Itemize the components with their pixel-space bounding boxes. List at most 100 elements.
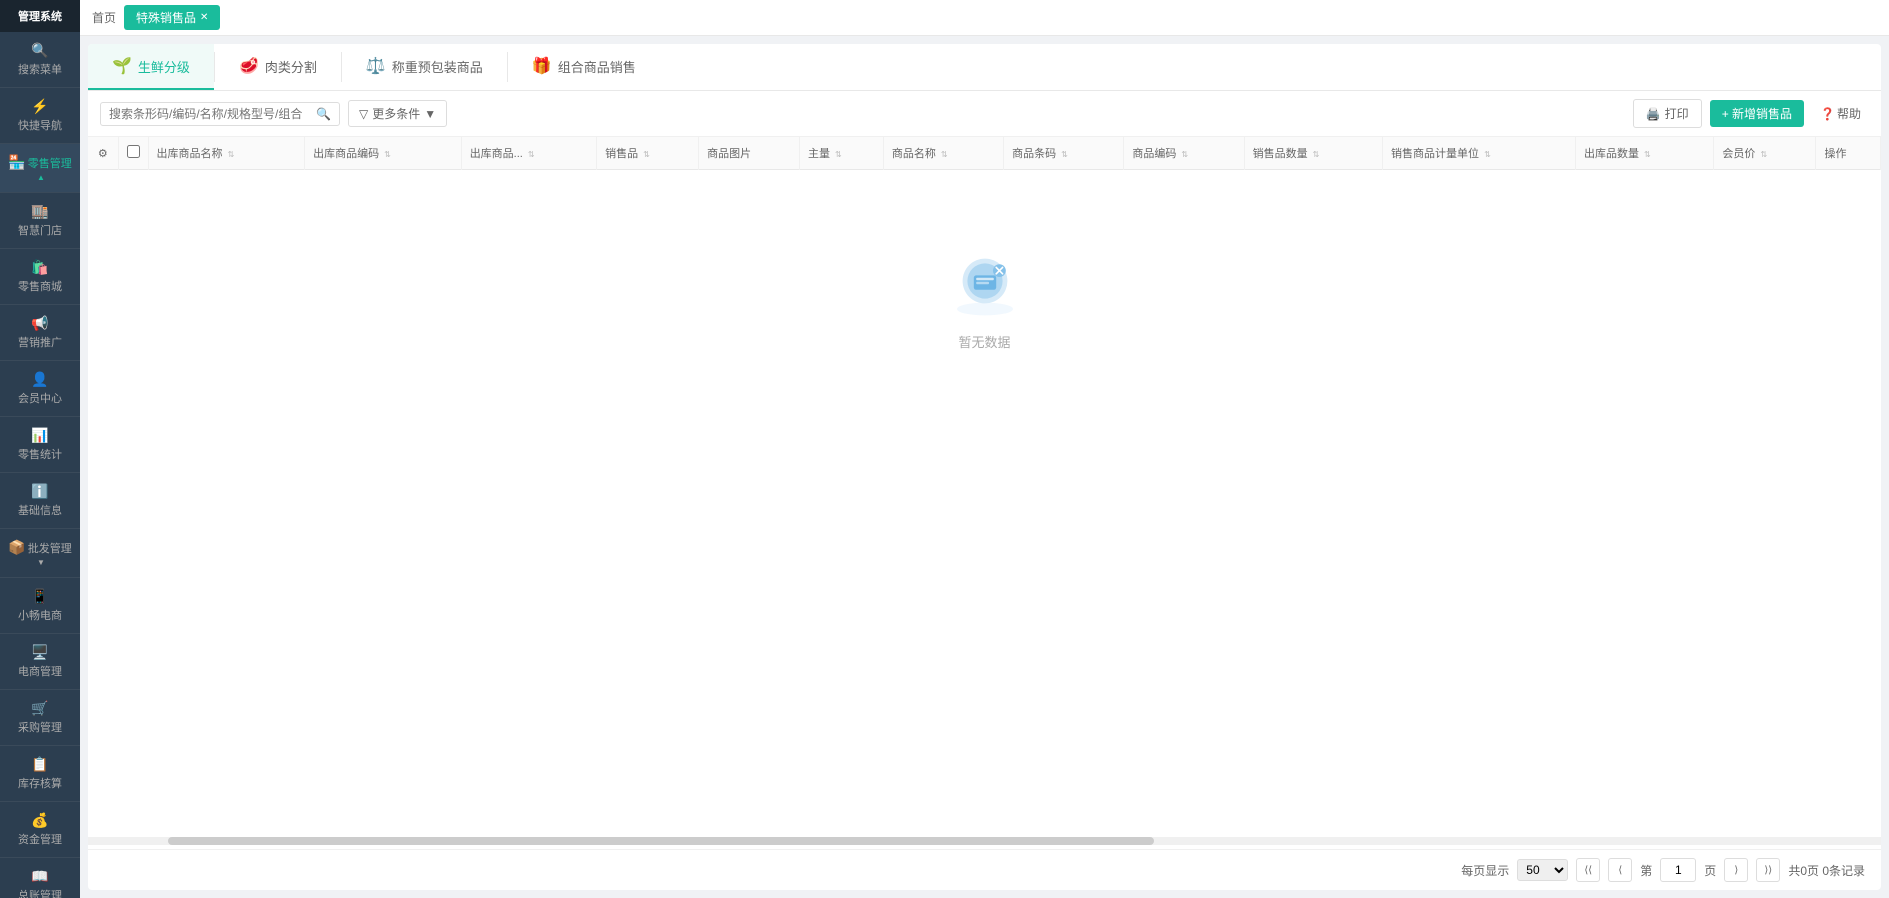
prev-page-button[interactable]: ⟨ [1608, 858, 1632, 882]
tab-combo-sales[interactable]: 🎁 组合商品销售 [508, 44, 660, 90]
sort-arrows-product-code[interactable]: ⇅ [1181, 150, 1188, 159]
combo-sales-tab-label: 组合商品销售 [558, 57, 636, 76]
sort-arrows-sales-unit[interactable]: ⇅ [1484, 150, 1491, 159]
sort-arrows-member-price[interactable]: ⇅ [1760, 150, 1767, 159]
sidebar-item-purchase-mgmt[interactable]: 🛒 采购管理 [0, 690, 80, 746]
table-header-row: ⚙ 出库商品名称 ⇅ 出库商品编码 ⇅ [88, 137, 1881, 170]
help-button[interactable]: ❓ 帮助 [1812, 100, 1869, 127]
retail-mgmt-icon: 🏪 [8, 154, 25, 171]
sidebar-label-marketing: 营销推广 [18, 334, 62, 350]
sidebar-item-ecommerce-mgmt[interactable]: 🖥️ 电商管理 [0, 634, 80, 690]
select-all-checkbox[interactable] [127, 145, 140, 158]
settings-col-icon[interactable]: ⚙ [98, 148, 108, 160]
content-area: 🌱 生鲜分级 🥩 肉类分割 ⚖️ 称重预包装商品 🎁 组合商品销售 [88, 44, 1881, 890]
help-icon: ❓ [1820, 107, 1835, 121]
per-page-select[interactable]: 50 10 20 100 [1517, 859, 1568, 881]
sidebar-item-retail-stats[interactable]: 📊 零售统计 [0, 417, 80, 473]
filter-arrow-icon: ▼ [424, 107, 436, 121]
sort-arrows-out-qty[interactable]: ⇅ [1644, 150, 1651, 159]
tab-weight-package[interactable]: ⚖️ 称重预包装商品 [342, 44, 507, 90]
sidebar-item-capital-mgmt[interactable]: 💰 资金管理 [0, 802, 80, 858]
capital-mgmt-icon: 💰 [31, 812, 48, 829]
sidebar-label-smart-store: 智慧门店 [18, 222, 62, 238]
sidebar-label-retail-mall: 零售商城 [18, 278, 62, 294]
sidebar-label-capital-mgmt: 资金管理 [18, 831, 62, 847]
horizontal-scrollbar[interactable] [88, 837, 1881, 845]
sort-arrows-sales-qty[interactable]: ⇅ [1313, 150, 1320, 159]
meat-cut-tab-icon: 🥩 [239, 56, 259, 76]
sort-arrows-product-name[interactable]: ⇅ [941, 150, 948, 159]
tab-fresh-grade[interactable]: 🌱 生鲜分级 [88, 44, 214, 90]
sort-arrows-barcode[interactable]: ⇅ [1061, 150, 1068, 159]
th-product-code: 商品编码 ⇅ [1124, 137, 1244, 170]
th-weight: 主量 ⇅ [799, 137, 883, 170]
add-sales-item-button[interactable]: + 新增销售品 [1710, 100, 1804, 127]
sidebar: 管理系统 🔍 搜索菜单 ⚡ 快捷导航 🏪 零售管理 ▲ 🏬 智慧门店 🛍️ 零售… [0, 0, 80, 898]
th-checkbox[interactable] [118, 137, 148, 170]
sidebar-item-general-ledger[interactable]: 📖 总账管理 [0, 858, 80, 898]
page-number-input[interactable] [1660, 858, 1696, 882]
fresh-grade-tab-icon: 🌱 [112, 56, 132, 76]
sidebar-item-search[interactable]: 🔍 搜索菜单 [0, 32, 80, 88]
sidebar-item-inventory[interactable]: 📋 库存核算 [0, 746, 80, 802]
quick-nav-icon: ⚡ [31, 98, 48, 115]
ecommerce-mgmt-icon: 🖥️ [31, 644, 48, 661]
tab-meat-cut[interactable]: 🥩 肉类分割 [215, 44, 341, 90]
filter-button[interactable]: ▽ 更多条件 ▼ [348, 100, 447, 127]
sidebar-item-retail-mgmt[interactable]: 🏪 零售管理 ▲ [0, 144, 80, 193]
meat-cut-tab-label: 肉类分割 [265, 57, 317, 76]
print-button[interactable]: 🖨️ 打印 [1633, 99, 1702, 128]
tab-navigation: 🌱 生鲜分级 🥩 肉类分割 ⚖️ 称重预包装商品 🎁 组合商品销售 [88, 44, 1881, 91]
th-product-image: 商品图片 [699, 137, 800, 170]
per-page-label: 每页显示 [1461, 862, 1509, 879]
sort-arrows-out-product-x[interactable]: ⇅ [528, 150, 535, 159]
basic-info-icon: ℹ️ [31, 483, 48, 500]
pagination: 每页显示 50 10 20 100 ⟨⟨ ⟨ 第 页 ⟩ ⟩⟩ 共0页 0条记录 [88, 849, 1881, 890]
sidebar-item-mini-ecommerce[interactable]: 📱 小畅电商 [0, 578, 80, 634]
sidebar-item-smart-store[interactable]: 🏬 智慧门店 [0, 193, 80, 249]
add-label: + 新增销售品 [1722, 105, 1792, 122]
next-page-button[interactable]: ⟩ [1724, 858, 1748, 882]
sidebar-item-retail-mall[interactable]: 🛍️ 零售商城 [0, 249, 80, 305]
sidebar-item-marketing[interactable]: 📢 营销推广 [0, 305, 80, 361]
horizontal-scrollbar-thumb[interactable] [168, 837, 1154, 845]
wholesale-mgmt-icon: 📦 [8, 539, 25, 556]
page-label: 第 [1640, 862, 1652, 879]
close-tab-button[interactable]: ✕ [200, 12, 208, 23]
sidebar-logo: 管理系统 [0, 0, 80, 32]
print-label: 打印 [1665, 105, 1689, 122]
sidebar-label-mini-ecommerce: 小畅电商 [18, 607, 62, 623]
page-suffix: 页 [1704, 862, 1716, 879]
search-input[interactable] [109, 107, 312, 121]
search-icon[interactable]: 🔍 [316, 107, 331, 121]
last-page-button[interactable]: ⟩⟩ [1756, 858, 1780, 882]
sort-arrows-weight[interactable]: ⇅ [835, 150, 842, 159]
sort-arrows-sales-item[interactable]: ⇅ [643, 150, 650, 159]
sort-arrows-out-product-code[interactable]: ⇅ [384, 150, 391, 159]
retail-mall-icon: 🛍️ [31, 259, 48, 276]
th-settings[interactable]: ⚙ [88, 137, 118, 170]
sidebar-item-quick-nav[interactable]: ⚡ 快捷导航 [0, 88, 80, 144]
wholesale-mgmt-arrow-icon: ▼ [37, 558, 45, 567]
sidebar-item-basic-info[interactable]: ℹ️ 基础信息 [0, 473, 80, 529]
sidebar-label-wholesale-mgmt: 批发管理 [28, 540, 72, 556]
inventory-icon: 📋 [31, 756, 48, 773]
table-wrapper[interactable]: ⚙ 出库商品名称 ⇅ 出库商品编码 ⇅ [88, 137, 1881, 833]
data-table: ⚙ 出库商品名称 ⇅ 出库商品编码 ⇅ [88, 137, 1881, 170]
th-product-name: 商品名称 ⇅ [883, 137, 1003, 170]
home-link[interactable]: 首页 [92, 9, 116, 26]
sidebar-item-member-center[interactable]: 👤 会员中心 [0, 361, 80, 417]
top-bar: 首页 特殊销售品 ✕ [80, 0, 1889, 36]
empty-state-icon [945, 250, 1025, 320]
smart-store-icon: 🏬 [31, 203, 48, 220]
active-tab[interactable]: 特殊销售品 ✕ [124, 5, 220, 30]
mini-ecommerce-icon: 📱 [31, 588, 48, 605]
print-icon: 🖨️ [1646, 107, 1661, 121]
search-box[interactable]: 🔍 [100, 102, 340, 126]
retail-stats-icon: 📊 [31, 427, 48, 444]
first-page-button[interactable]: ⟨⟨ [1576, 858, 1600, 882]
marketing-icon: 📢 [31, 315, 48, 332]
sort-arrows-out-product-name[interactable]: ⇅ [228, 150, 235, 159]
sidebar-item-wholesale-mgmt[interactable]: 📦 批发管理 ▼ [0, 529, 80, 578]
th-out-product-x: 出库商品... ⇅ [461, 137, 596, 170]
